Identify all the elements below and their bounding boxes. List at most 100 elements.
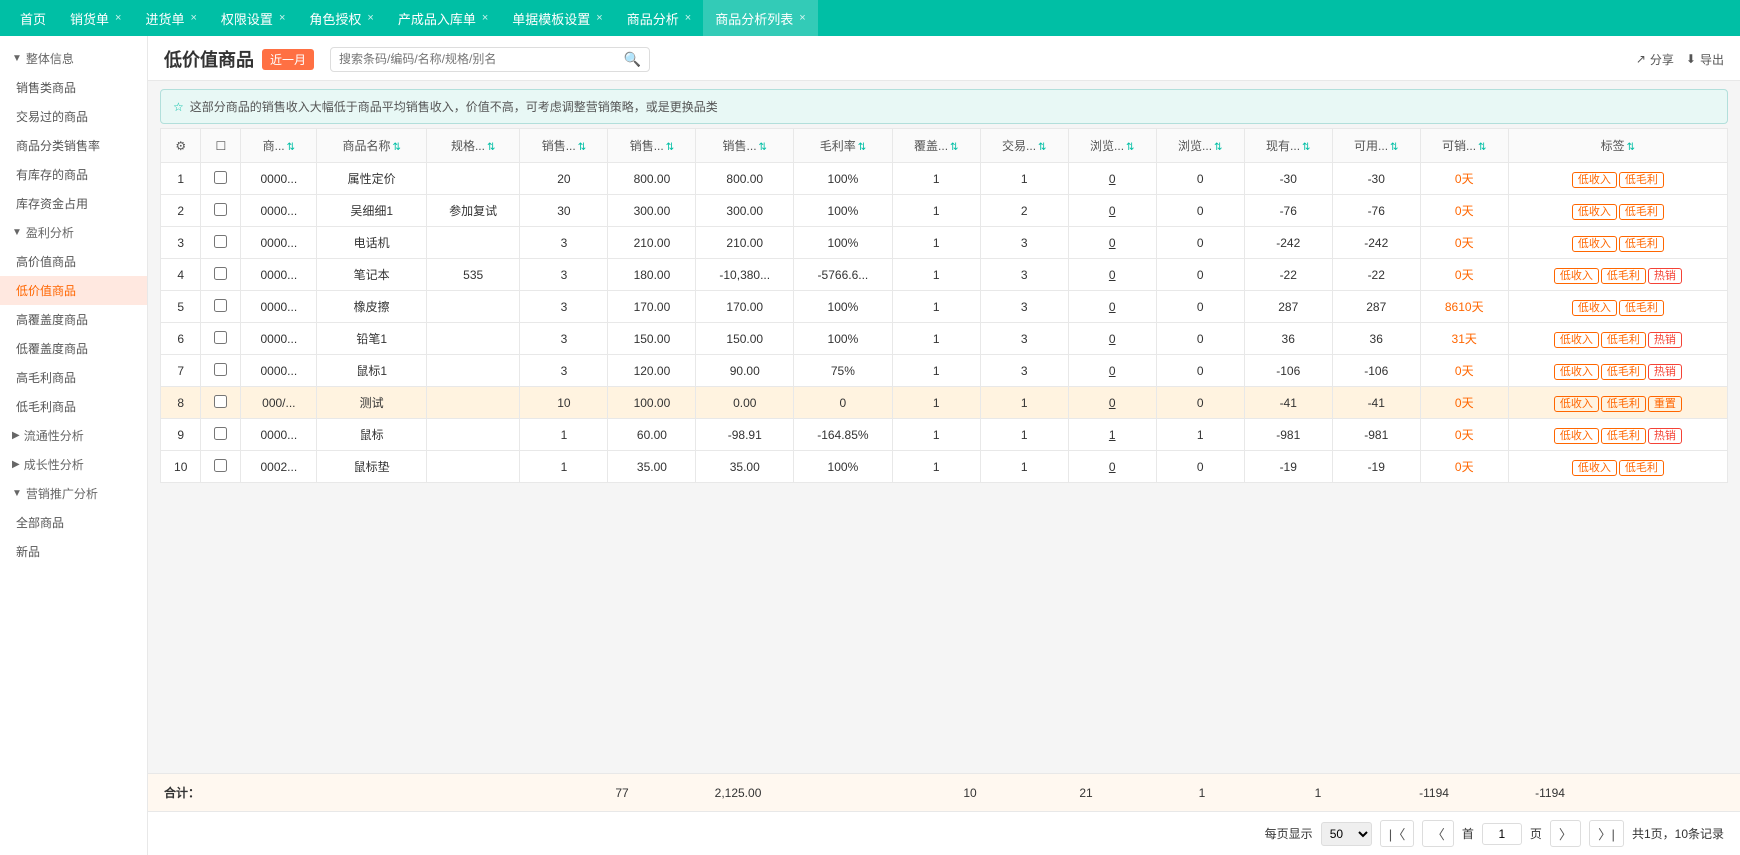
sidebar-item-category-sales[interactable]: 商品分类销售率 [0,131,147,160]
browse-link[interactable]: 0 [1109,204,1116,218]
col-margin[interactable]: 毛利率⇅ [794,129,893,163]
sidebar-item-inventory-products[interactable]: 有库存的商品 [0,160,147,189]
tag-badge: 低收入 [1554,332,1599,348]
first-page-button[interactable]: |〈 [1380,820,1415,847]
export-button[interactable]: ⬇ 导出 [1686,51,1724,68]
sidebar-item-new-products[interactable]: 新品 [0,537,147,566]
page-input[interactable] [1482,823,1522,845]
tag-badge: 热销 [1648,364,1682,380]
chevron-down-icon: ▼ [12,227,22,238]
sidebar-group-overview[interactable]: ▼ 整体信息 [0,44,147,73]
col-sale2[interactable]: 销售...⇅ [608,129,696,163]
chevron-right-icon: ▶ [12,459,20,470]
col-code[interactable]: 商...⇅ [241,129,317,163]
col-sale1[interactable]: 销售...⇅ [520,129,608,163]
sidebar-item-low-coverage[interactable]: 低覆盖度商品 [0,334,147,363]
tag-badge: 热销 [1648,268,1682,284]
row-checkbox[interactable] [214,171,227,184]
row-checkbox[interactable] [214,331,227,344]
browse-link[interactable]: 0 [1109,396,1116,410]
tag-badge: 低收入 [1554,364,1599,380]
row-checkbox[interactable] [214,395,227,408]
nav-product-analysis[interactable]: 商品分析 × [615,0,703,36]
last-page-button[interactable]: 〉| [1589,820,1624,847]
row-checkbox[interactable] [214,459,227,472]
table-row: 6 0000... 铅笔1 3 150.00 150.00 100% 1 3 0… [161,323,1728,355]
notice-bar: ☆ 这部分商品的销售收入大幅低于商品平均销售收入，价值不高，可考虑调整营销策略，… [160,89,1728,124]
tag-badge: 低收入 [1554,396,1599,412]
close-icon[interactable]: × [367,12,373,24]
close-icon[interactable]: × [685,12,691,24]
sidebar-item-high-margin[interactable]: 高毛利商品 [0,363,147,392]
search-bar[interactable]: 🔍 [330,47,650,72]
info-icon: ☆ [173,100,184,114]
chevron-down-icon: ▼ [12,53,22,64]
nav-permissions[interactable]: 权限设置 × [209,0,297,36]
tag-badge: 低收入 [1554,268,1599,284]
col-spec[interactable]: 规格...⇅ [426,129,520,163]
browse-link[interactable]: 0 [1109,236,1116,250]
close-icon[interactable]: × [279,12,285,24]
row-checkbox[interactable] [214,235,227,248]
close-icon[interactable]: × [482,12,488,24]
col-saleable[interactable]: 可销...⇅ [1420,129,1508,163]
sidebar-group-growth[interactable]: ▶ 成长性分析 [0,450,147,479]
close-icon[interactable]: × [596,12,602,24]
close-icon[interactable]: × [115,12,121,24]
tag-badge: 低毛利 [1619,204,1664,220]
col-sale3[interactable]: 销售...⇅ [696,129,794,163]
browse-link[interactable]: 0 [1109,268,1116,282]
row-checkbox[interactable] [214,203,227,216]
sidebar-item-low-margin[interactable]: 低毛利商品 [0,392,147,421]
browse-link[interactable]: 0 [1109,460,1116,474]
sidebar-item-high-coverage[interactable]: 高覆盖度商品 [0,305,147,334]
nav-template-settings[interactable]: 单据模板设置 × [500,0,614,36]
per-page-label: 每页显示 [1265,825,1313,842]
col-browse1[interactable]: 浏览...⇅ [1068,129,1156,163]
row-checkbox[interactable] [214,363,227,376]
row-checkbox[interactable] [214,427,227,440]
nav-purchase-order[interactable]: 进货单 × [133,0,208,36]
col-tags[interactable]: 标签⇅ [1508,129,1727,163]
sidebar-item-low-value[interactable]: 低价值商品 [0,276,147,305]
row-checkbox[interactable] [214,267,227,280]
period-tag-button[interactable]: 近一月 [262,49,314,70]
search-icon: 🔍 [624,51,641,68]
browse-link[interactable]: 0 [1109,300,1116,314]
prev-page-button[interactable]: 〈 [1422,820,1453,847]
tag-badge: 低毛利 [1601,428,1646,444]
col-cover[interactable]: 覆盖...⇅ [892,129,980,163]
close-icon[interactable]: × [190,12,196,24]
col-current[interactable]: 现有...⇅ [1244,129,1332,163]
close-icon[interactable]: × [799,12,805,24]
browse-link[interactable]: 1 [1109,428,1116,442]
sidebar-group-profitability[interactable]: ▼ 盈利分析 [0,218,147,247]
col-settings[interactable]: ⚙ [161,129,201,163]
col-usable[interactable]: 可用...⇅ [1332,129,1420,163]
share-button[interactable]: ↗ 分享 [1636,51,1674,68]
sidebar-item-high-value[interactable]: 高价值商品 [0,247,147,276]
sidebar-group-marketing[interactable]: ▼ 营销推广分析 [0,479,147,508]
col-trade[interactable]: 交易...⇅ [980,129,1068,163]
browse-link[interactable]: 0 [1109,172,1116,186]
sidebar-item-inventory-capital[interactable]: 库存资金占用 [0,189,147,218]
nav-sales-order[interactable]: 销货单 × [58,0,133,36]
sidebar-item-sales-products[interactable]: 销售类商品 [0,73,147,102]
sidebar-item-traded-products[interactable]: 交易过的商品 [0,102,147,131]
row-checkbox[interactable] [214,299,227,312]
col-browse2[interactable]: 浏览...⇅ [1156,129,1244,163]
search-input[interactable] [339,52,624,66]
nav-product-analysis-list[interactable]: 商品分析列表 × [703,0,817,36]
col-name[interactable]: 商品名称⇅ [317,129,426,163]
browse-link[interactable]: 0 [1109,332,1116,346]
per-page-select[interactable]: 50 100 200 [1321,822,1372,846]
nav-roles[interactable]: 角色授权 × [297,0,385,36]
main-content: 低价值商品 近一月 🔍 ↗ 分享 ⬇ 导出 ☆ 这部分商品的销售收入大幅低于商品… [148,36,1740,855]
nav-finished-goods[interactable]: 产成品入库单 × [386,0,500,36]
browse-link[interactable]: 0 [1109,364,1116,378]
sidebar-group-liquidity[interactable]: ▶ 流通性分析 [0,421,147,450]
next-page-button[interactable]: 〉 [1550,820,1581,847]
col-checkbox[interactable]: ☐ [201,129,241,163]
nav-home[interactable]: 首页 [8,0,58,36]
sidebar-item-all-products[interactable]: 全部商品 [0,508,147,537]
